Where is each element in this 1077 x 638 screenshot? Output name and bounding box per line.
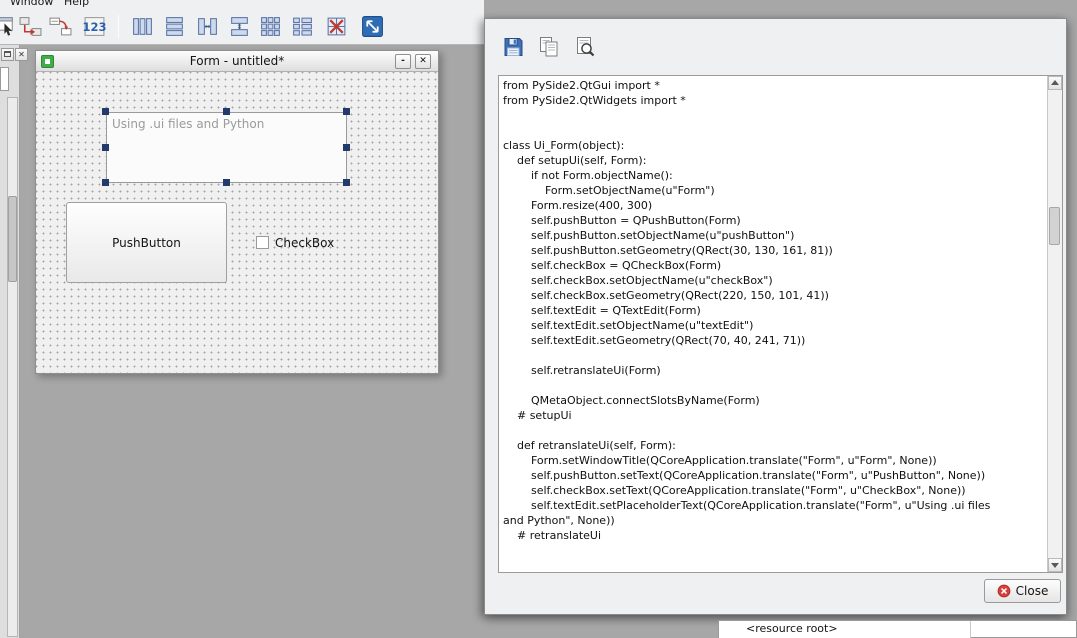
toolbar-splitter-horizontal-button[interactable] bbox=[193, 11, 221, 41]
selection-handle-middle-left[interactable] bbox=[102, 144, 109, 151]
form-window-title: Form - untitled* bbox=[36, 54, 438, 68]
toolbar-separator bbox=[118, 15, 119, 38]
splitter-horizontal-icon bbox=[196, 15, 219, 38]
float-icon bbox=[4, 51, 11, 57]
copy-button[interactable] bbox=[535, 33, 562, 60]
selection-handle-top-right[interactable] bbox=[343, 108, 350, 115]
checkbox-widget[interactable]: CheckBox bbox=[256, 222, 357, 263]
code-editor[interactable]: from PySide2.QtGui import * from PySide2… bbox=[498, 75, 1063, 573]
dialog-toolbar bbox=[499, 33, 598, 60]
toolbar-edit-tab-order-button[interactable]: 123 bbox=[80, 11, 108, 41]
left-dock-fragment: ✕ bbox=[0, 45, 30, 638]
toolbar-layout-vertical-button[interactable] bbox=[160, 11, 188, 41]
textedit-widget[interactable]: Using .ui files and Python bbox=[106, 112, 347, 183]
toolbar-break-layout-button[interactable] bbox=[322, 11, 350, 41]
form-window-titlebar[interactable]: Form - untitled* - ✕ bbox=[36, 51, 438, 72]
scrollbar-thumb[interactable] bbox=[1049, 207, 1060, 245]
arrow-down-icon bbox=[1051, 563, 1059, 568]
edit-signals-slots-icon bbox=[19, 15, 42, 38]
checkbox-label: CheckBox bbox=[275, 236, 334, 250]
selection-handle-bottom-right[interactable] bbox=[343, 179, 350, 186]
save-icon bbox=[501, 35, 525, 59]
edit-widgets-icon bbox=[0, 15, 18, 38]
scrollbar-down-button[interactable] bbox=[1048, 558, 1062, 572]
pushbutton-widget[interactable]: PushButton bbox=[66, 202, 227, 283]
toolbar-edit-buddies-button[interactable] bbox=[46, 11, 74, 41]
code-scrollbar[interactable] bbox=[1047, 76, 1062, 572]
resource-root-item[interactable]: <resource root> bbox=[719, 621, 971, 638]
toolbar-layout-grid-button[interactable] bbox=[256, 11, 284, 41]
form-window-icon bbox=[41, 55, 54, 68]
form-canvas[interactable]: Using .ui files and Python PushButton Ch… bbox=[36, 72, 438, 373]
python-code-preview-dialog: from PySide2.QtGui import * from PySide2… bbox=[484, 18, 1067, 615]
find-icon bbox=[573, 35, 597, 59]
toolbar-layout-horizontal-button[interactable] bbox=[128, 11, 156, 41]
layout-vertical-icon bbox=[163, 15, 186, 38]
edit-tab-order-icon: 123 bbox=[83, 15, 106, 38]
form-minimize-button[interactable]: - bbox=[395, 54, 411, 69]
toolbar-splitter-vertical-button[interactable] bbox=[225, 11, 253, 41]
form-editor-window: Form - untitled* - ✕ Using .ui files and… bbox=[35, 50, 439, 374]
svg-text:123: 123 bbox=[83, 20, 106, 34]
scrollbar-up-button[interactable] bbox=[1048, 76, 1062, 90]
left-scrollbar-thumb[interactable] bbox=[8, 196, 17, 282]
selection-handle-middle-right[interactable] bbox=[343, 144, 350, 151]
qt-designer-screen: Window Help 123 bbox=[0, 0, 1077, 638]
close-button-icon bbox=[997, 584, 1011, 598]
toolbar-edit-signals-slots-button[interactable] bbox=[16, 11, 44, 41]
dock-float-button[interactable] bbox=[1, 48, 14, 61]
resource-browser-panel: <resource root> bbox=[718, 620, 1077, 638]
toolbar-adjust-size-button[interactable] bbox=[358, 11, 386, 41]
dock-close-button[interactable]: ✕ bbox=[15, 48, 28, 61]
code-text: from PySide2.QtGui import * from PySide2… bbox=[503, 78, 990, 543]
textedit-placeholder: Using .ui files and Python bbox=[112, 117, 264, 131]
break-layout-icon bbox=[325, 15, 348, 38]
menubar: Window Help bbox=[0, 0, 484, 9]
layout-form-icon bbox=[291, 15, 314, 38]
selection-handle-bottom-middle[interactable] bbox=[223, 179, 230, 186]
panel-fragment bbox=[0, 67, 9, 91]
form-close-button[interactable]: ✕ bbox=[415, 54, 431, 69]
left-scrollbar[interactable] bbox=[7, 97, 18, 637]
selection-handle-top-middle[interactable] bbox=[223, 108, 230, 115]
main-window-topbar: Window Help 123 bbox=[0, 0, 484, 45]
splitter-vertical-icon bbox=[228, 15, 251, 38]
find-button[interactable] bbox=[571, 33, 598, 60]
main-toolbar: 123 bbox=[0, 9, 484, 45]
checkbox-indicator[interactable] bbox=[256, 236, 269, 249]
close-button[interactable]: Close bbox=[984, 579, 1061, 603]
layout-grid-icon bbox=[259, 15, 282, 38]
menu-window[interactable]: Window bbox=[10, 0, 53, 8]
toolbar-layout-form-button[interactable] bbox=[288, 11, 316, 41]
edit-buddies-icon bbox=[49, 15, 72, 38]
selection-handle-top-left[interactable] bbox=[102, 108, 109, 115]
close-button-label: Close bbox=[1016, 584, 1049, 598]
save-button[interactable] bbox=[499, 33, 526, 60]
menu-help[interactable]: Help bbox=[64, 0, 89, 8]
arrow-up-icon bbox=[1051, 80, 1059, 85]
layout-horizontal-icon bbox=[131, 15, 154, 38]
adjust-size-icon bbox=[361, 15, 384, 38]
selection-handle-bottom-left[interactable] bbox=[102, 179, 109, 186]
copy-icon bbox=[537, 35, 561, 59]
